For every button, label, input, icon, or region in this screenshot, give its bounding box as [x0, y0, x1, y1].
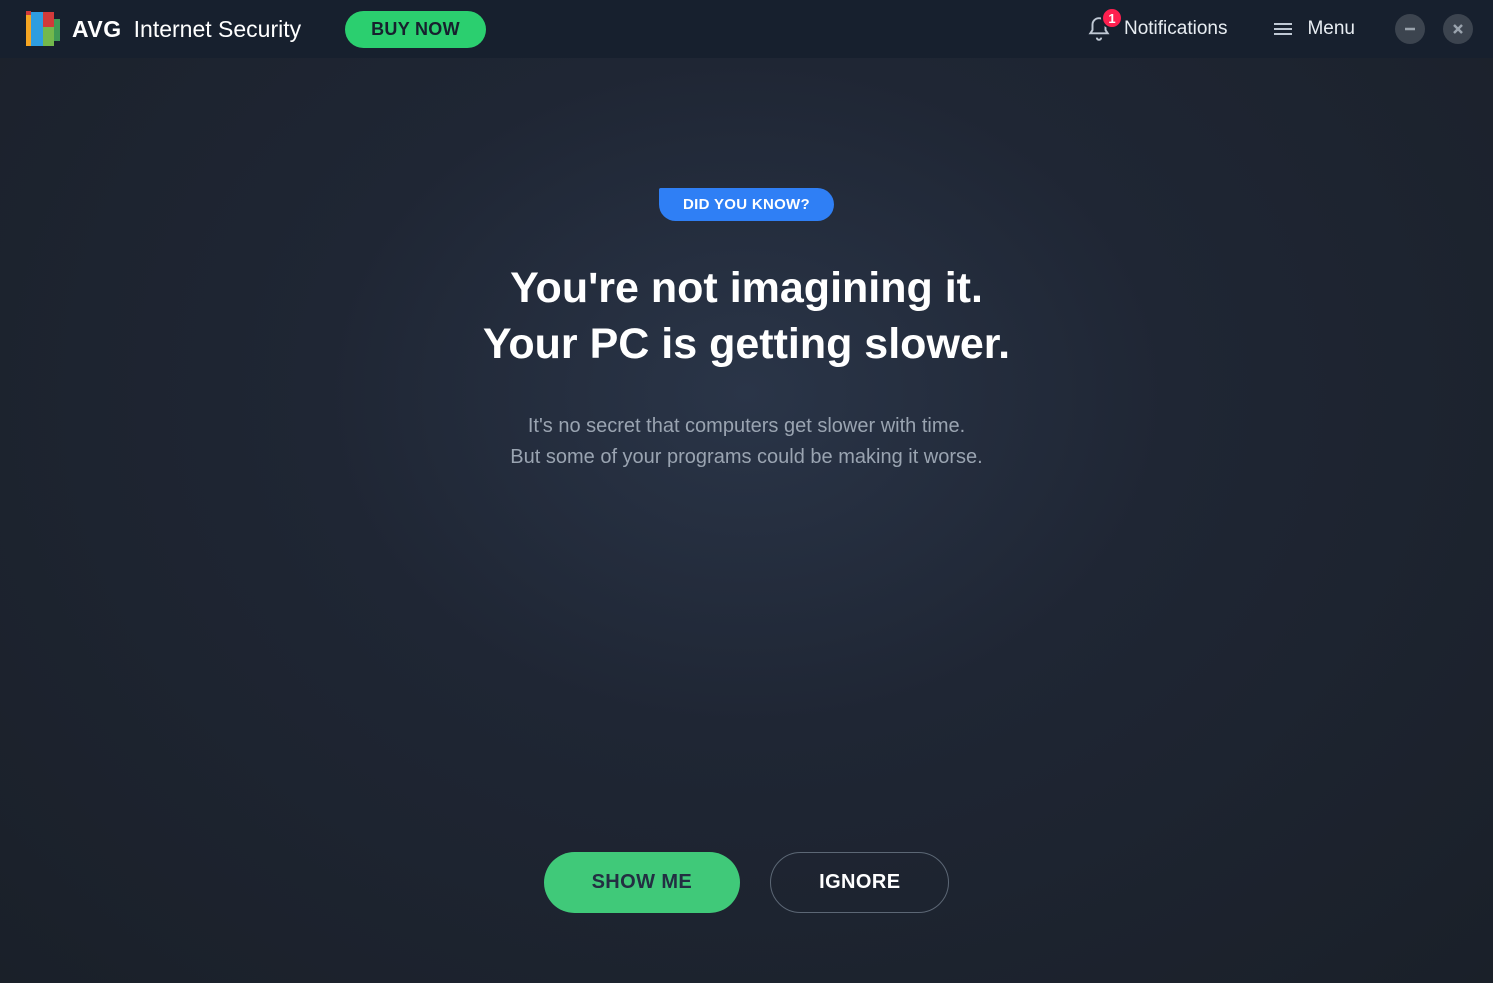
- headline: You're not imagining it. Your PC is gett…: [483, 261, 1010, 373]
- show-me-button[interactable]: SHOW ME: [544, 852, 741, 913]
- close-icon: [1451, 22, 1465, 36]
- minimize-button[interactable]: [1395, 14, 1425, 44]
- headline-line-2: Your PC is getting slower.: [483, 317, 1010, 373]
- avg-logo-icon: [24, 9, 64, 49]
- subtext: It's no secret that computers get slower…: [510, 411, 982, 473]
- did-you-know-pill: DID YOU KNOW?: [659, 188, 834, 221]
- notifications-button[interactable]: 1 Notifications: [1086, 16, 1228, 42]
- notifications-label: Notifications: [1124, 18, 1228, 40]
- ignore-button[interactable]: IGNORE: [770, 852, 949, 913]
- product-name: Internet Security: [134, 16, 301, 43]
- menu-button[interactable]: Menu: [1271, 17, 1355, 41]
- subtext-line-2: But some of your programs could be makin…: [510, 442, 982, 473]
- subtext-line-1: It's no secret that computers get slower…: [510, 411, 982, 442]
- action-row: SHOW ME IGNORE: [544, 852, 950, 913]
- close-button[interactable]: [1443, 14, 1473, 44]
- minimize-icon: [1403, 22, 1417, 36]
- brand-text: AVG: [72, 16, 122, 43]
- titlebar: AVG Internet Security BUY NOW 1 Notifica…: [0, 0, 1493, 58]
- hamburger-icon: [1271, 17, 1295, 41]
- buy-now-button[interactable]: BUY NOW: [345, 11, 486, 48]
- notification-badge: 1: [1101, 7, 1123, 29]
- headline-line-1: You're not imagining it.: [483, 261, 1010, 317]
- app-logo: AVG Internet Security: [24, 9, 301, 49]
- main-content: DID YOU KNOW? You're not imagining it. Y…: [0, 58, 1493, 983]
- bell-container: 1: [1086, 16, 1112, 42]
- menu-label: Menu: [1307, 18, 1355, 40]
